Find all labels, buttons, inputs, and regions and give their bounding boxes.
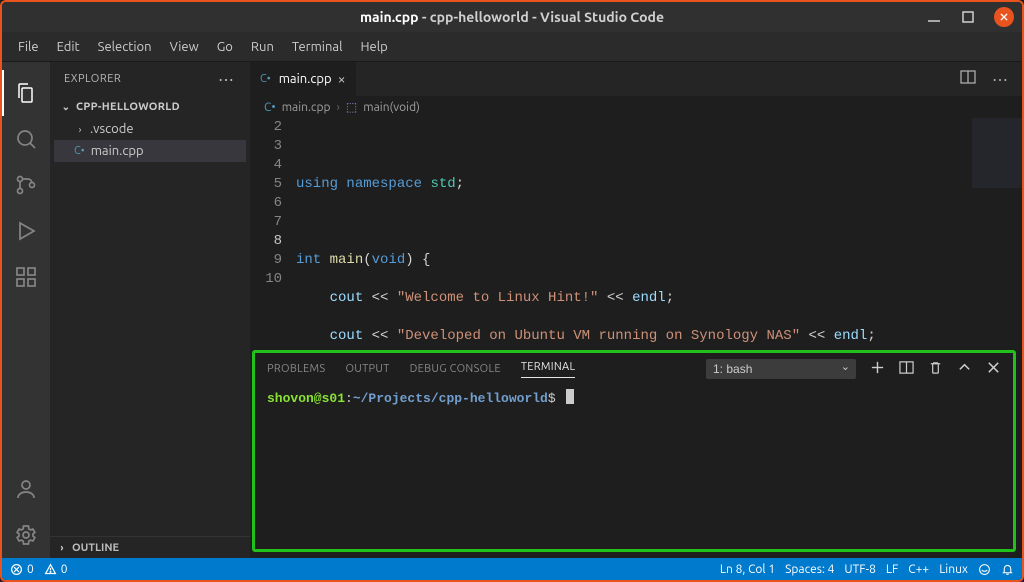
file-main-cpp[interactable]: C• main.cpp [54, 140, 246, 162]
activity-accounts[interactable] [2, 466, 50, 512]
status-warnings[interactable]: 0 [44, 563, 68, 576]
panel-tab-debug-console[interactable]: DEBUG CONSOLE [410, 363, 501, 375]
outline-label: OUTLINE [72, 542, 119, 554]
split-editor-icon[interactable] [960, 69, 976, 89]
menu-help[interactable]: Help [352, 37, 395, 57]
status-encoding[interactable]: UTF-8 [844, 563, 875, 576]
menu-run[interactable]: Run [243, 37, 282, 57]
terminal-select[interactable]: 1: bash [706, 359, 856, 379]
split-terminal-icon[interactable] [899, 360, 914, 378]
tree-item-label: main.cpp [91, 144, 144, 158]
menu-file[interactable]: File [10, 37, 47, 57]
cpp-file-icon: C• [74, 145, 85, 157]
minimize-button[interactable] [926, 9, 942, 25]
outline-section[interactable]: › OUTLINE [50, 536, 250, 558]
breadcrumb-symbol: main(void) [363, 101, 420, 114]
menu-edit[interactable]: Edit [49, 37, 88, 57]
folder-vscode[interactable]: › .vscode [54, 118, 246, 140]
sidebar-more-icon[interactable]: ⋯ [218, 70, 236, 89]
project-name: CPP-HELLOWORLD [76, 101, 180, 113]
cpp-file-icon: C• [264, 101, 276, 114]
line-gutter: 2345678910 [250, 118, 296, 350]
close-panel-icon[interactable] [986, 360, 1001, 378]
terminal-panel: PROBLEMS OUTPUT DEBUG CONSOLE TERMINAL 1… [252, 350, 1016, 552]
panel-tabs: PROBLEMS OUTPUT DEBUG CONSOLE TERMINAL 1… [255, 353, 1013, 385]
chevron-right-icon: › [337, 101, 340, 114]
maximize-button[interactable] [960, 9, 976, 25]
status-eol[interactable]: LF [886, 563, 898, 576]
cube-icon: ⬚ [346, 100, 357, 114]
chevron-right-icon: › [56, 542, 68, 553]
tab-main-cpp[interactable]: C• main.cpp × [250, 62, 357, 96]
breadcrumb[interactable]: C• main.cpp › ⬚ main(void) [250, 96, 1022, 118]
new-terminal-icon[interactable] [870, 360, 885, 378]
status-spaces[interactable]: Spaces: 4 [785, 563, 834, 576]
menu-selection[interactable]: Selection [90, 37, 160, 57]
project-root[interactable]: ⌄ CPP-HELLOWORLD [54, 96, 246, 118]
editor-tabs: C• main.cpp × ⋯ [250, 62, 1022, 96]
panel-tab-problems[interactable]: PROBLEMS [267, 363, 325, 375]
activity-run-debug[interactable] [2, 208, 50, 254]
status-language[interactable]: C++ [908, 563, 929, 576]
tree-item-label: .vscode [90, 122, 134, 136]
activity-source-control[interactable] [2, 162, 50, 208]
code-content[interactable]: using namespace std; int main(void) { co… [296, 118, 1022, 350]
status-bar: 0 0 Ln 8, Col 1 Spaces: 4 UTF-8 LF C++ L… [2, 558, 1022, 580]
panel-tab-terminal[interactable]: TERMINAL [521, 361, 576, 378]
chevron-up-icon[interactable] [957, 360, 972, 378]
bell-icon[interactable] [1001, 563, 1014, 576]
menu-terminal[interactable]: Terminal [284, 37, 351, 57]
menubar: File Edit Selection View Go Run Terminal… [2, 32, 1022, 62]
terminal-body[interactable]: shovon@s01:~/Projects/cpp-helloworld$ [255, 385, 1013, 549]
cpp-file-icon: C• [260, 73, 271, 85]
tab-label: main.cpp [279, 72, 332, 86]
breadcrumb-file: main.cpp [282, 101, 331, 114]
status-os[interactable]: Linux [939, 563, 968, 576]
menu-go[interactable]: Go [209, 37, 241, 57]
activity-search[interactable] [2, 116, 50, 162]
more-actions-icon[interactable]: ⋯ [992, 70, 1010, 89]
feedback-icon[interactable] [978, 563, 991, 576]
status-errors[interactable]: 0 [10, 563, 34, 576]
code-editor[interactable]: 2345678910 using namespace std; int main… [250, 118, 1022, 350]
explorer-sidebar: EXPLORER ⋯ ⌄ CPP-HELLOWORLD › .vscode C•… [50, 62, 250, 558]
activity-bar [2, 62, 50, 558]
tab-close-icon[interactable]: × [338, 71, 346, 87]
editor-area: C• main.cpp × ⋯ C• main.cpp › ⬚ main(voi… [250, 62, 1022, 558]
close-button[interactable] [994, 7, 1014, 27]
sidebar-title: EXPLORER [64, 73, 121, 85]
activity-settings[interactable] [2, 512, 50, 558]
activity-extensions[interactable] [2, 254, 50, 300]
status-cursor-pos[interactable]: Ln 8, Col 1 [720, 563, 775, 576]
chevron-down-icon: ⌄ [60, 101, 72, 113]
activity-explorer[interactable] [2, 70, 50, 116]
chevron-right-icon: › [74, 124, 86, 135]
window-titlebar: main.cpp - cpp-helloworld - Visual Studi… [2, 2, 1022, 32]
minimap[interactable] [972, 118, 1022, 218]
terminal-cursor [566, 389, 574, 404]
panel-tab-output[interactable]: OUTPUT [345, 363, 389, 375]
trash-icon[interactable] [928, 360, 943, 378]
window-title: main.cpp - cpp-helloworld - Visual Studi… [2, 9, 1022, 25]
menu-view[interactable]: View [162, 37, 207, 57]
